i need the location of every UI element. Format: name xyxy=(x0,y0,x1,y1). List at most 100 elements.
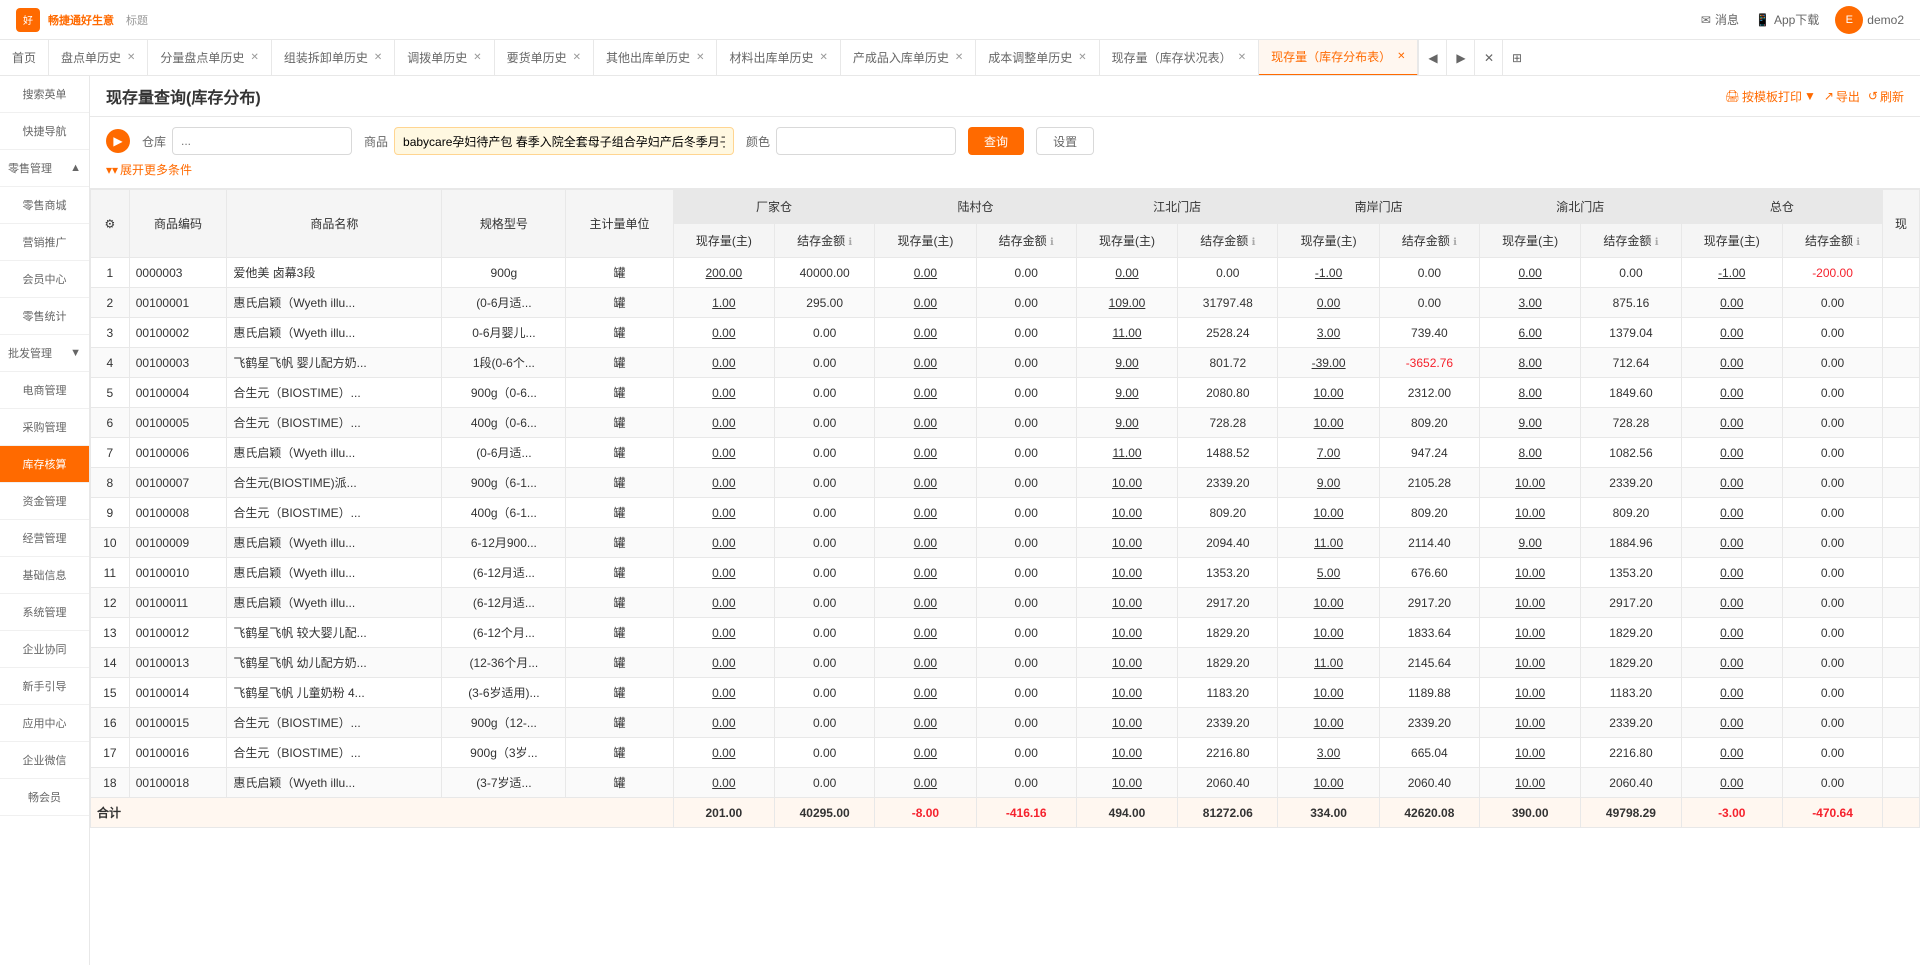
td-lw[interactable]: 0.00 xyxy=(875,528,976,558)
td-naw[interactable]: 3.00 xyxy=(1278,318,1379,348)
td-jbw[interactable]: 10.00 xyxy=(1076,708,1177,738)
close-icon[interactable]: ✕ xyxy=(819,52,827,63)
td-tw[interactable]: 0.00 xyxy=(1681,378,1782,408)
sidebar-item-nav[interactable]: 快捷导航 xyxy=(0,113,89,150)
td-lw[interactable]: 0.00 xyxy=(875,258,976,288)
td-jbw[interactable]: 10.00 xyxy=(1076,468,1177,498)
expand-btn[interactable]: ▾▾ 展开更多条件 xyxy=(106,161,1904,178)
sidebar-item-wholesale[interactable]: 批发管理 ▼ xyxy=(0,335,89,372)
tab-material-out[interactable]: 材料出库单历史 ✕ xyxy=(717,40,840,76)
sidebar-item-enterprise[interactable]: 企业协同 xyxy=(0,631,89,668)
td-ybw[interactable]: 3.00 xyxy=(1479,288,1580,318)
td-ybw[interactable]: 10.00 xyxy=(1479,558,1580,588)
td-fw[interactable]: 0.00 xyxy=(673,438,774,468)
td-lw[interactable]: 0.00 xyxy=(875,678,976,708)
td-jbw[interactable]: 10.00 xyxy=(1076,618,1177,648)
td-naw[interactable]: 5.00 xyxy=(1278,558,1379,588)
td-tw[interactable]: 0.00 xyxy=(1681,468,1782,498)
tab-next-btn[interactable]: ▶ xyxy=(1446,40,1474,76)
td-ybw[interactable]: 9.00 xyxy=(1479,408,1580,438)
td-ybw[interactable]: 0.00 xyxy=(1479,258,1580,288)
tab-other-out[interactable]: 其他出库单历史 ✕ xyxy=(594,40,717,76)
sidebar-item-retail-mgmt[interactable]: 零售管理 ▲ xyxy=(0,150,89,187)
export-btn[interactable]: ↗ 导出 xyxy=(1824,88,1860,105)
td-tw[interactable]: 0.00 xyxy=(1681,438,1782,468)
close-icon[interactable]: ✕ xyxy=(473,52,481,63)
td-ybw[interactable]: 10.00 xyxy=(1479,768,1580,798)
td-jbw[interactable]: 10.00 xyxy=(1076,738,1177,768)
td-lw[interactable]: 0.00 xyxy=(875,648,976,678)
close-icon[interactable]: ✕ xyxy=(955,52,963,63)
td-fw[interactable]: 0.00 xyxy=(673,678,774,708)
td-naw[interactable]: 10.00 xyxy=(1278,678,1379,708)
td-naw[interactable]: 10.00 xyxy=(1278,498,1379,528)
td-tw[interactable]: 0.00 xyxy=(1681,498,1782,528)
tab-transfer[interactable]: 调拨单历史 ✕ xyxy=(395,40,494,76)
close-icon[interactable]: ✕ xyxy=(127,52,135,63)
td-jbw[interactable]: 10.00 xyxy=(1076,678,1177,708)
td-tw[interactable]: 0.00 xyxy=(1681,318,1782,348)
td-lw[interactable]: 0.00 xyxy=(875,438,976,468)
td-tw[interactable]: 0.00 xyxy=(1681,738,1782,768)
close-icon[interactable]: ✕ xyxy=(374,52,382,63)
td-ybw[interactable]: 6.00 xyxy=(1479,318,1580,348)
refresh-btn[interactable]: ↺ 刷新 xyxy=(1868,88,1904,105)
td-tw[interactable]: 0.00 xyxy=(1681,708,1782,738)
td-naw[interactable]: 10.00 xyxy=(1278,618,1379,648)
td-naw[interactable]: 11.00 xyxy=(1278,648,1379,678)
td-lw[interactable]: 0.00 xyxy=(875,468,976,498)
td-fw[interactable]: 0.00 xyxy=(673,768,774,798)
td-ybw[interactable]: 10.00 xyxy=(1479,678,1580,708)
td-jbw[interactable]: 9.00 xyxy=(1076,378,1177,408)
sidebar-item-wechat[interactable]: 企业微信 xyxy=(0,742,89,779)
td-lw[interactable]: 0.00 xyxy=(875,498,976,528)
td-fw[interactable]: 0.00 xyxy=(673,498,774,528)
tab-assembly[interactable]: 组装拆卸单历史 ✕ xyxy=(272,40,395,76)
sidebar-item-retail-mall[interactable]: 零售商城 xyxy=(0,187,89,224)
td-jbw[interactable]: 109.00 xyxy=(1076,288,1177,318)
sidebar-item-basic[interactable]: 基础信息 xyxy=(0,557,89,594)
tab-home[interactable]: 首页 xyxy=(0,40,49,76)
tab-prev-btn[interactable]: ◀ xyxy=(1418,40,1446,76)
td-tw[interactable]: 0.00 xyxy=(1681,648,1782,678)
td-tw[interactable]: 0.00 xyxy=(1681,348,1782,378)
sidebar-item-search[interactable]: 搜索英单 xyxy=(0,76,89,113)
td-fw[interactable]: 0.00 xyxy=(673,558,774,588)
info-icon[interactable]: ℹ xyxy=(1252,237,1256,248)
td-naw[interactable]: 10.00 xyxy=(1278,378,1379,408)
print-btn[interactable]: 🖨 按模板打印 ▼ xyxy=(1725,88,1816,105)
td-tw[interactable]: 0.00 xyxy=(1681,588,1782,618)
td-naw[interactable]: 3.00 xyxy=(1278,738,1379,768)
tab-cost-adj[interactable]: 成本调整单历史 ✕ xyxy=(976,40,1099,76)
sidebar-item-finance[interactable]: 资金管理 xyxy=(0,483,89,520)
td-fw[interactable]: 0.00 xyxy=(673,468,774,498)
close-icon[interactable]: ✕ xyxy=(1238,52,1246,63)
td-ybw[interactable]: 8.00 xyxy=(1479,348,1580,378)
td-tw[interactable]: 0.00 xyxy=(1681,558,1782,588)
td-naw[interactable]: -1.00 xyxy=(1278,258,1379,288)
tab-close-all-btn[interactable]: ✕ xyxy=(1474,40,1502,76)
td-lw[interactable]: 0.00 xyxy=(875,378,976,408)
td-ybw[interactable]: 10.00 xyxy=(1479,618,1580,648)
td-jbw[interactable]: 11.00 xyxy=(1076,318,1177,348)
sidebar-item-stock[interactable]: 库存核算 xyxy=(0,446,89,483)
sidebar-item-marketing[interactable]: 营销推广 xyxy=(0,224,89,261)
sidebar-item-operations[interactable]: 经营管理 xyxy=(0,520,89,557)
close-icon[interactable]: ✕ xyxy=(573,52,581,63)
collapse-btn[interactable]: ▶ xyxy=(106,129,130,153)
td-jbw[interactable]: 10.00 xyxy=(1076,768,1177,798)
message-btn[interactable]: ✉ 消息 xyxy=(1701,11,1739,28)
tab-split-stocktake[interactable]: 分量盘点单历史 ✕ xyxy=(148,40,271,76)
tab-expand-btn[interactable]: ⊞ xyxy=(1502,40,1530,76)
td-lw[interactable]: 0.00 xyxy=(875,768,976,798)
info-icon[interactable]: ℹ xyxy=(1856,237,1860,248)
sidebar-item-retail-stats[interactable]: 零售统计 xyxy=(0,298,89,335)
td-fw[interactable]: 0.00 xyxy=(673,738,774,768)
td-jbw[interactable]: 9.00 xyxy=(1076,348,1177,378)
td-jbw[interactable]: 9.00 xyxy=(1076,408,1177,438)
td-tw[interactable]: 0.00 xyxy=(1681,288,1782,318)
td-naw[interactable]: 9.00 xyxy=(1278,468,1379,498)
td-jbw[interactable]: 10.00 xyxy=(1076,558,1177,588)
sidebar-item-guide[interactable]: 新手引导 xyxy=(0,668,89,705)
info-icon[interactable]: ℹ xyxy=(1453,237,1457,248)
